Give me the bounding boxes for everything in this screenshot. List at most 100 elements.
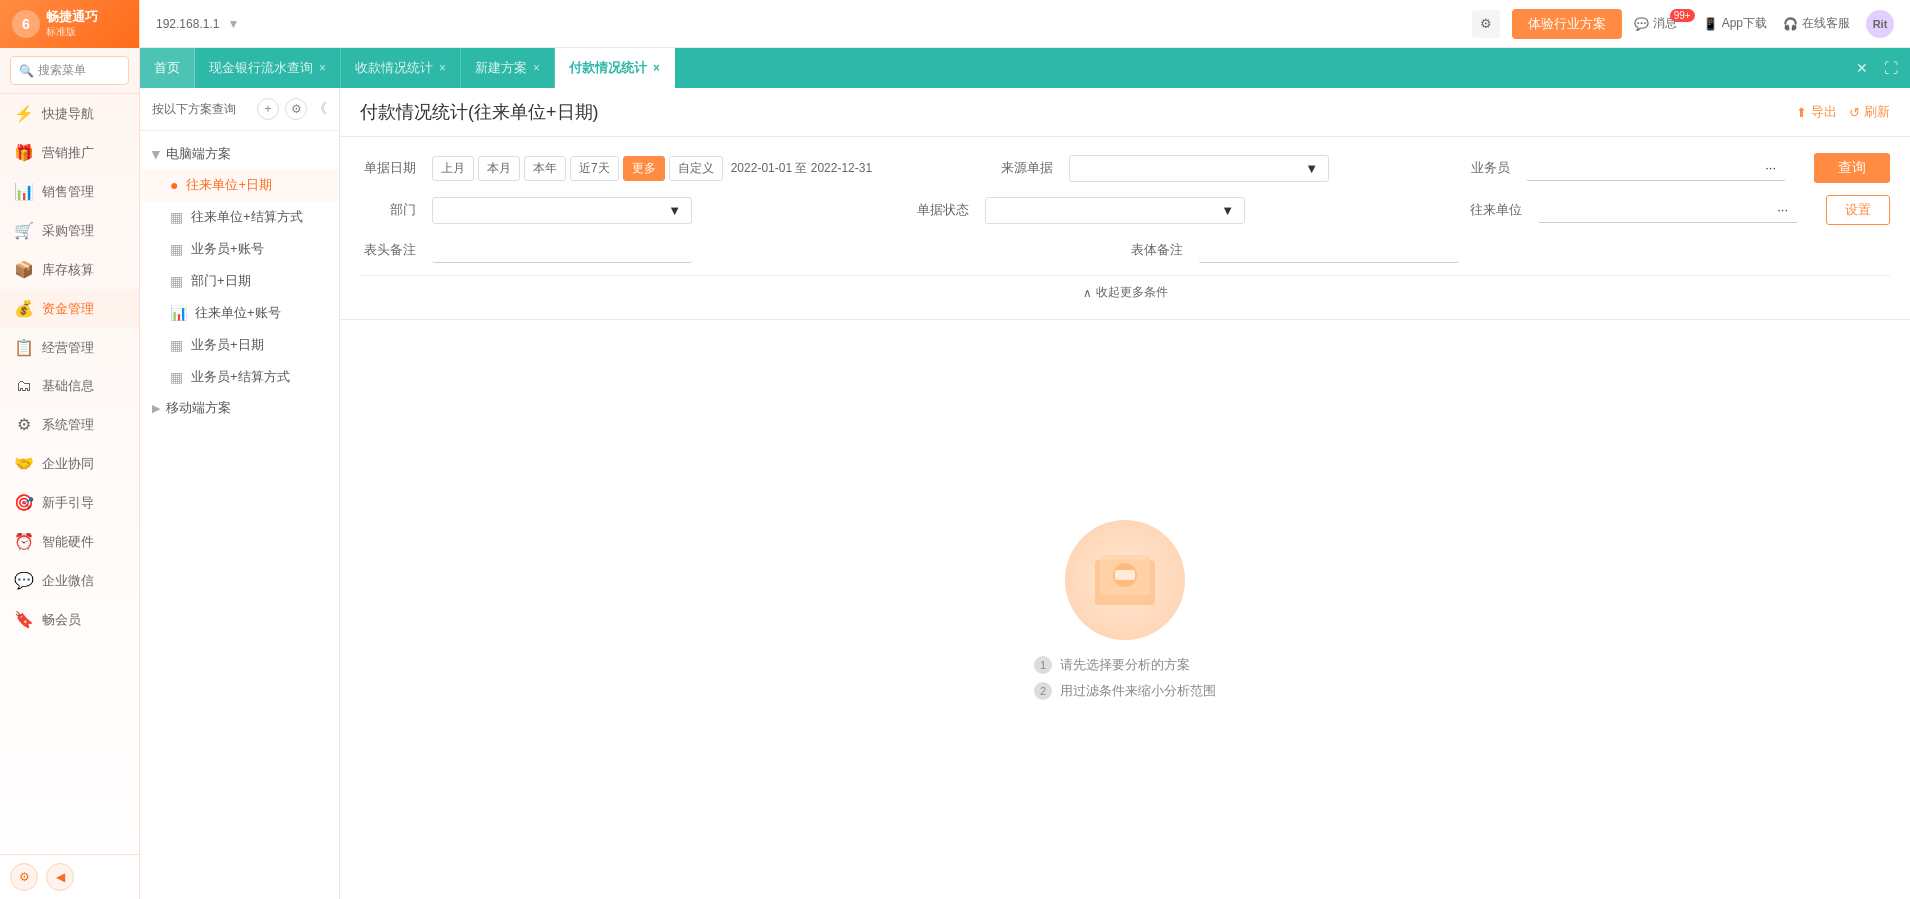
sidebar-label-purchase: 采购管理 <box>42 222 94 240</box>
page-title: 付款情况统计(往来单位+日期) <box>360 100 599 124</box>
collapse-footer-btn[interactable]: ◀ <box>46 863 74 891</box>
note-header-input[interactable] <box>432 237 692 263</box>
message-icon: 💬 <box>1634 17 1649 31</box>
tree-item-staff-date[interactable]: ▦ 业务员+日期 <box>140 329 339 361</box>
unit-dots[interactable]: ··· <box>1777 202 1788 217</box>
export-icon: ⬆ <box>1796 105 1807 120</box>
tab-close-all-btn[interactable]: ✕ <box>1852 56 1872 80</box>
trial-button[interactable]: 体验行业方案 <box>1512 9 1622 39</box>
tree-item-dept-date[interactable]: ▦ 部门+日期 <box>140 265 339 297</box>
note-body-input[interactable] <box>1199 237 1459 263</box>
tabbar-actions: ✕ ⛶ <box>1844 48 1910 88</box>
sidebar-item-quick-nav[interactable]: ⚡ 快捷导航 <box>0 94 139 133</box>
sidebar-item-inventory[interactable]: 📦 库存核算 <box>0 250 139 289</box>
tree-item-unit-account[interactable]: 📊 往来单位+账号 <box>140 297 339 329</box>
source-select[interactable]: ▼ <box>1069 155 1329 182</box>
staff-select[interactable]: ··· <box>1526 155 1786 181</box>
tab-home[interactable]: 首页 <box>140 48 195 88</box>
mobile-group-label: 移动端方案 <box>166 399 231 417</box>
sidebar-item-marketing[interactable]: 🎁 营销推广 <box>0 133 139 172</box>
last-7-days-btn[interactable]: 近7天 <box>570 156 619 181</box>
sidebar-item-sales[interactable]: 📊 销售管理 <box>0 172 139 211</box>
sidebar-nav: ⚡ 快捷导航 🎁 营销推广 📊 销售管理 🛒 采购管理 📦 库存核算 💰 资金管… <box>0 94 139 854</box>
topbar: 192.168.1.1 ▼ ⚙ 体验行业方案 💬 消息 99+ 📱 App下载 … <box>140 0 1910 48</box>
sidebar-item-purchase[interactable]: 🛒 采购管理 <box>0 211 139 250</box>
tree-group-mobile-header[interactable]: ▶ 移动端方案 <box>140 393 339 423</box>
settings-gear-btn[interactable]: ⚙ <box>1472 10 1500 38</box>
purchase-icon: 🛒 <box>14 221 34 240</box>
search-menu-button[interactable]: 🔍 搜索菜单 <box>10 56 129 85</box>
tab-payment-close[interactable]: × <box>653 61 660 75</box>
export-btn[interactable]: ⬆ 导出 <box>1796 103 1837 121</box>
tree-item-unit-settle[interactable]: ▦ 往来单位+结算方式 <box>140 201 339 233</box>
sidebar-label-system: 系统管理 <box>42 416 94 434</box>
tree-group-mobile: ▶ 移动端方案 <box>140 393 339 423</box>
sidebar-item-enterprise[interactable]: 🤝 企业协同 <box>0 444 139 483</box>
tree-item-unit-date[interactable]: ● 往来单位+日期 <box>140 169 339 201</box>
sidebar-item-guide[interactable]: 🎯 新手引导 <box>0 483 139 522</box>
panel-add-btn[interactable]: + <box>257 98 279 120</box>
tab-receipt-close[interactable]: × <box>439 61 446 75</box>
online-service-btn[interactable]: 🎧 在线客服 <box>1783 15 1850 32</box>
dept-select[interactable]: ▼ <box>432 197 692 224</box>
tree-group-pc-header[interactable]: ▶ 电脑端方案 <box>140 139 339 169</box>
sidebar-label-capital: 资金管理 <box>42 300 94 318</box>
tab-bank-label: 现金银行流水查询 <box>209 59 313 77</box>
status-label: 单据状态 <box>913 201 969 219</box>
sidebar-item-member[interactable]: 🔖 畅会员 <box>0 600 139 639</box>
hardware-icon: ⏰ <box>14 532 34 551</box>
sidebar-label-sales: 销售管理 <box>42 183 94 201</box>
topbar-address-area: 192.168.1.1 ▼ <box>156 17 1460 31</box>
tab-new-plan[interactable]: 新建方案 × <box>461 48 555 88</box>
status-dropdown-icon: ▼ <box>1221 203 1234 218</box>
panel-settings-btn[interactable]: ⚙ <box>285 98 307 120</box>
staff-settle-icon: ▦ <box>170 369 183 385</box>
messages-btn[interactable]: 💬 消息 99+ <box>1634 15 1687 32</box>
tree-item-staff-settle[interactable]: ▦ 业务员+结算方式 <box>140 361 339 393</box>
collapse-filter-btn[interactable]: ∧ 收起更多条件 <box>360 275 1890 309</box>
refresh-label: 刷新 <box>1864 103 1890 121</box>
query-btn[interactable]: 查询 <box>1814 153 1890 183</box>
tree-item-unit-account-label: 往来单位+账号 <box>195 304 281 322</box>
refresh-btn[interactable]: ↺ 刷新 <box>1849 103 1890 121</box>
more-dates-btn[interactable]: 更多 <box>623 156 665 181</box>
tab-bank[interactable]: 现金银行流水查询 × <box>195 48 341 88</box>
unit-select[interactable]: ··· <box>1538 197 1798 223</box>
this-month-btn[interactable]: 本月 <box>478 156 520 181</box>
sidebar-item-basic[interactable]: 🗂 基础信息 <box>0 367 139 405</box>
this-year-btn[interactable]: 本年 <box>524 156 566 181</box>
status-select[interactable]: ▼ <box>985 197 1245 224</box>
user-avatar[interactable]: Rit <box>1866 10 1894 38</box>
sidebar-item-wechat[interactable]: 💬 企业微信 <box>0 561 139 600</box>
sidebar-item-system[interactable]: ⚙ 系统管理 <box>0 405 139 444</box>
content-area: 按以下方案查询 + ⚙ 《 ▶ 电脑端方案 ● 往来单位+日期 ▦ <box>140 88 1910 899</box>
last-month-btn[interactable]: 上月 <box>432 156 474 181</box>
app-download-btn[interactable]: 📱 App下载 <box>1703 15 1767 32</box>
filter-row-2: 部门 ▼ 单据状态 ▼ 往来单位 ··· <box>360 195 1890 225</box>
settings-footer-btn[interactable]: ⚙ <box>10 863 38 891</box>
tab-receipt[interactable]: 收款情况统计 × <box>341 48 461 88</box>
sidebar-item-capital[interactable]: 💰 资金管理 <box>0 289 139 328</box>
filter-area: 单据日期 上月 本月 本年 近7天 更多 自定义 2022-01-01 至 20… <box>340 137 1910 320</box>
staff-dots[interactable]: ··· <box>1765 160 1776 175</box>
tab-new-plan-close[interactable]: × <box>533 61 540 75</box>
address-text: 192.168.1.1 <box>156 17 219 31</box>
panel-collapse-btn[interactable]: 《 <box>313 100 327 118</box>
tab-expand-btn[interactable]: ⛶ <box>1880 56 1902 80</box>
capital-icon: 💰 <box>14 299 34 318</box>
tab-bank-close[interactable]: × <box>319 61 326 75</box>
custom-date-btn[interactable]: 自定义 <box>669 156 723 181</box>
sidebar-label-inventory: 库存核算 <box>42 261 94 279</box>
sidebar-item-hardware[interactable]: ⏰ 智能硬件 <box>0 522 139 561</box>
member-icon: 🔖 <box>14 610 34 629</box>
mobile-group-arrow: ▶ <box>152 402 160 415</box>
tab-payment[interactable]: 付款情况统计 × <box>555 48 675 88</box>
tree-item-unit-date-label: 往来单位+日期 <box>186 176 272 194</box>
sidebar-item-operation[interactable]: 📋 经营管理 <box>0 328 139 367</box>
set-btn[interactable]: 设置 <box>1826 195 1890 225</box>
quick-nav-icon: ⚡ <box>14 104 34 123</box>
tree-item-staff-account[interactable]: ▦ 业务员+账号 <box>140 233 339 265</box>
address-dropdown-icon[interactable]: ▼ <box>227 17 239 31</box>
page-header: 付款情况统计(往来单位+日期) ⬆ 导出 ↺ 刷新 <box>340 88 1910 137</box>
empty-tip-2: 2 用过滤条件来缩小分析范围 <box>1034 682 1216 700</box>
